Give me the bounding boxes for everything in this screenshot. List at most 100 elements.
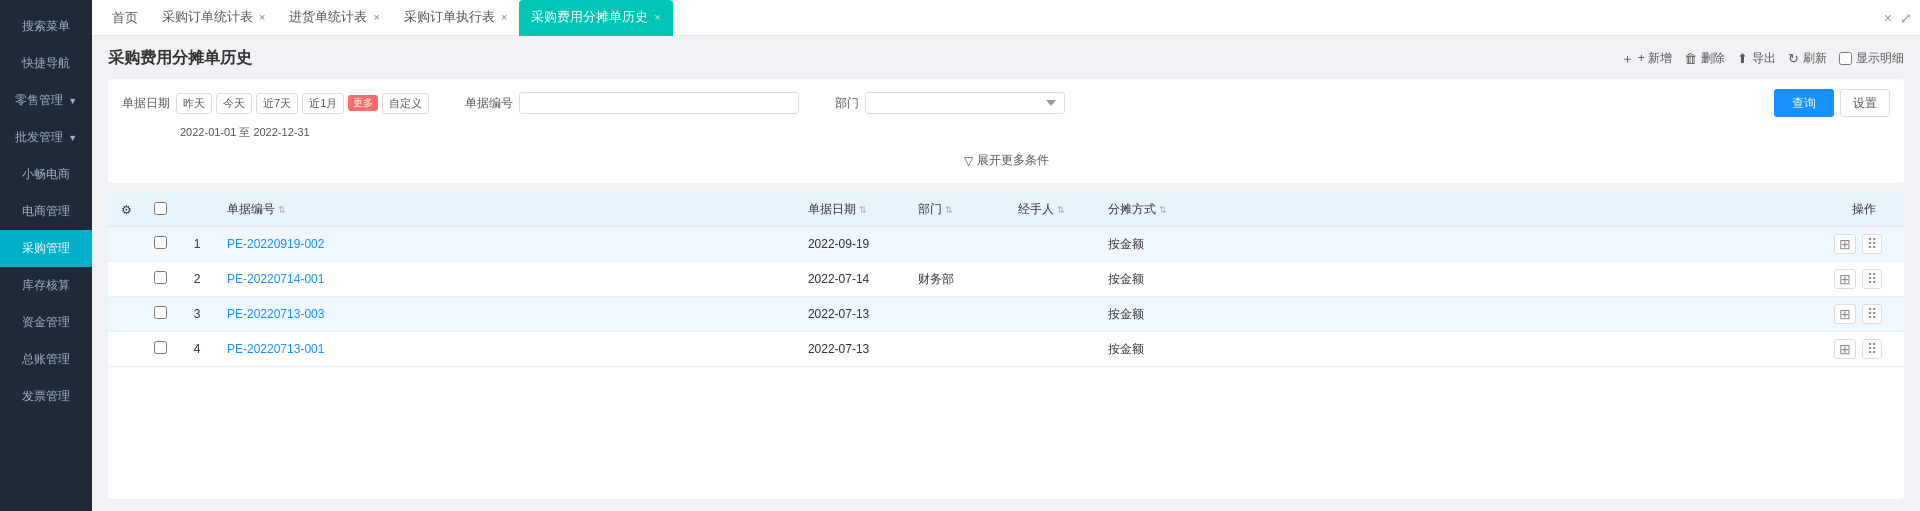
table-row: 2 PE-20220714-001 2022-07-14 财务部 按金额 ⊞ ⠿: [108, 262, 1904, 297]
sort-icon-split: ⇅: [1159, 205, 1167, 215]
row-dept-2: [908, 297, 1008, 332]
tab-purchase-order-stats[interactable]: 采购订单统计表 ×: [150, 0, 277, 36]
col-handler[interactable]: 经手人 ⇅: [1008, 193, 1098, 227]
show-cols-toggle[interactable]: 显示明细: [1839, 50, 1904, 67]
col-split-method[interactable]: 分摊方式 ⇅: [1098, 193, 1824, 227]
row-edit-icon-2[interactable]: ⊞: [1834, 304, 1856, 324]
row-more-icon-3[interactable]: ⠿: [1862, 339, 1882, 359]
row-doc-no-3[interactable]: PE-20220713-001: [217, 332, 798, 367]
row-doc-no-0[interactable]: PE-20220919-002: [217, 227, 798, 262]
row-doc-no-1[interactable]: PE-20220714-001: [217, 262, 798, 297]
col-action: 操作: [1824, 193, 1904, 227]
row-action-1: ⊞ ⠿: [1824, 262, 1904, 297]
page-title: 采购费用分摊单历史: [108, 48, 252, 69]
date-btn-custom[interactable]: 自定义: [382, 93, 429, 114]
row-more-icon-1[interactable]: ⠿: [1862, 269, 1882, 289]
query-button[interactable]: 查询: [1774, 89, 1834, 117]
sidebar-item-shortcut[interactable]: 快捷导航: [0, 45, 92, 82]
table-container: ⚙ 单据编号 ⇅ 单据日期 ⇅ 部门 ⇅: [108, 193, 1904, 499]
sidebar-item-wholesale[interactable]: 批发管理 ▼: [0, 119, 92, 156]
row-action-0: ⊞ ⠿: [1824, 227, 1904, 262]
tab-bar: 首页 采购订单统计表 × 进货单统计表 × 采购订单执行表 × 采购费用分摊单历…: [92, 0, 1920, 36]
row-dept-3: [908, 332, 1008, 367]
sidebar-item-search[interactable]: 搜索菜单: [0, 8, 92, 45]
sort-icon-dept: ⇅: [945, 205, 953, 215]
chevron-down-icon: ▽: [964, 154, 973, 168]
row-checkbox-0[interactable]: [154, 236, 167, 249]
doc-no-input[interactable]: [519, 92, 799, 114]
row-checkbox-1[interactable]: [154, 271, 167, 284]
row-handler-1: [1008, 262, 1098, 297]
row-edit-icon-1[interactable]: ⊞: [1834, 269, 1856, 289]
close-tab-purchase-order-exec[interactable]: ×: [501, 11, 507, 23]
sidebar-item-ledger[interactable]: 总账管理: [0, 341, 92, 378]
select-all-checkbox[interactable]: [154, 202, 167, 215]
expand-more-btn[interactable]: ▽ 展开更多条件: [122, 148, 1890, 173]
table-row: 3 PE-20220713-003 2022-07-13 按金额 ⊞ ⠿: [108, 297, 1904, 332]
sidebar-item-retail[interactable]: 零售管理 ▼: [0, 82, 92, 119]
date-btn-7days[interactable]: 近7天: [256, 93, 298, 114]
row-settings-3: [108, 332, 144, 367]
row-doc-no-2[interactable]: PE-20220713-003: [217, 297, 798, 332]
row-action-3: ⊞ ⠿: [1824, 332, 1904, 367]
date-btn-1month[interactable]: 近1月: [302, 93, 344, 114]
col-doc-no[interactable]: 单据编号 ⇅: [217, 193, 798, 227]
sidebar-item-mini[interactable]: 小畅电商: [0, 156, 92, 193]
tab-home[interactable]: 首页: [100, 0, 150, 36]
date-btn-today[interactable]: 今天: [216, 93, 252, 114]
row-check-1[interactable]: [144, 262, 177, 297]
export-button[interactable]: ⬆ 导出: [1737, 50, 1776, 67]
filter-settings-button[interactable]: 设置: [1840, 89, 1890, 117]
row-split-method-2: 按金额: [1098, 297, 1824, 332]
add-button[interactable]: ＋ + 新增: [1621, 50, 1672, 68]
row-split-method-3: 按金额: [1098, 332, 1824, 367]
row-handler-2: [1008, 297, 1098, 332]
col-check[interactable]: [144, 193, 177, 227]
row-checkbox-3[interactable]: [154, 341, 167, 354]
doc-no-link-0[interactable]: PE-20220919-002: [227, 237, 324, 251]
row-settings-1: [108, 262, 144, 297]
col-settings[interactable]: ⚙: [108, 193, 144, 227]
sidebar-item-finance[interactable]: 资金管理: [0, 304, 92, 341]
sidebar-item-inventory[interactable]: 库存核算: [0, 267, 92, 304]
dept-select[interactable]: [865, 92, 1065, 114]
close-all-tabs-icon[interactable]: ×: [1884, 10, 1892, 26]
show-cols-checkbox[interactable]: [1839, 52, 1852, 65]
row-settings-0: [108, 227, 144, 262]
delete-button[interactable]: 🗑 删除: [1684, 50, 1725, 67]
col-dept[interactable]: 部门 ⇅: [908, 193, 1008, 227]
row-action-2: ⊞ ⠿: [1824, 297, 1904, 332]
add-icon: ＋: [1621, 50, 1634, 68]
row-check-0[interactable]: [144, 227, 177, 262]
refresh-button[interactable]: ↻ 刷新: [1788, 50, 1827, 67]
row-check-3[interactable]: [144, 332, 177, 367]
sidebar-item-purchase[interactable]: 采购管理: [0, 230, 92, 267]
row-dept-1: 财务部: [908, 262, 1008, 297]
filter-area: 单据日期 昨天 今天 近7天 近1月 更多 自定义 单据编号: [108, 79, 1904, 183]
row-edit-icon-0[interactable]: ⊞: [1834, 234, 1856, 254]
row-handler-0: [1008, 227, 1098, 262]
col-doc-date[interactable]: 单据日期 ⇅: [798, 193, 908, 227]
col-num: [177, 193, 217, 227]
row-checkbox-2[interactable]: [154, 306, 167, 319]
doc-no-link-3[interactable]: PE-20220713-001: [227, 342, 324, 356]
delete-icon: 🗑: [1684, 51, 1697, 66]
tab-purchase-order-exec[interactable]: 采购订单执行表 ×: [392, 0, 519, 36]
row-split-method-0: 按金额: [1098, 227, 1824, 262]
row-more-icon-2[interactable]: ⠿: [1862, 304, 1882, 324]
close-tab-purchase-cost-history[interactable]: ×: [654, 11, 660, 23]
row-more-icon-0[interactable]: ⠿: [1862, 234, 1882, 254]
close-tab-purchase-order-stats[interactable]: ×: [259, 11, 265, 23]
sidebar-item-ecommerce[interactable]: 电商管理: [0, 193, 92, 230]
doc-no-link-2[interactable]: PE-20220713-003: [227, 307, 324, 321]
doc-no-link-1[interactable]: PE-20220714-001: [227, 272, 324, 286]
close-tab-purchase-incoming-stats[interactable]: ×: [373, 11, 379, 23]
row-edit-icon-3[interactable]: ⊞: [1834, 339, 1856, 359]
sidebar-item-invoice[interactable]: 发票管理: [0, 378, 92, 415]
date-more-tag[interactable]: 更多: [348, 95, 378, 111]
tab-purchase-incoming-stats[interactable]: 进货单统计表 ×: [277, 0, 391, 36]
date-btn-yesterday[interactable]: 昨天: [176, 93, 212, 114]
row-check-2[interactable]: [144, 297, 177, 332]
tab-purchase-cost-history[interactable]: 采购费用分摊单历史 ×: [519, 0, 672, 36]
maximize-icon[interactable]: ⤢: [1900, 10, 1912, 26]
